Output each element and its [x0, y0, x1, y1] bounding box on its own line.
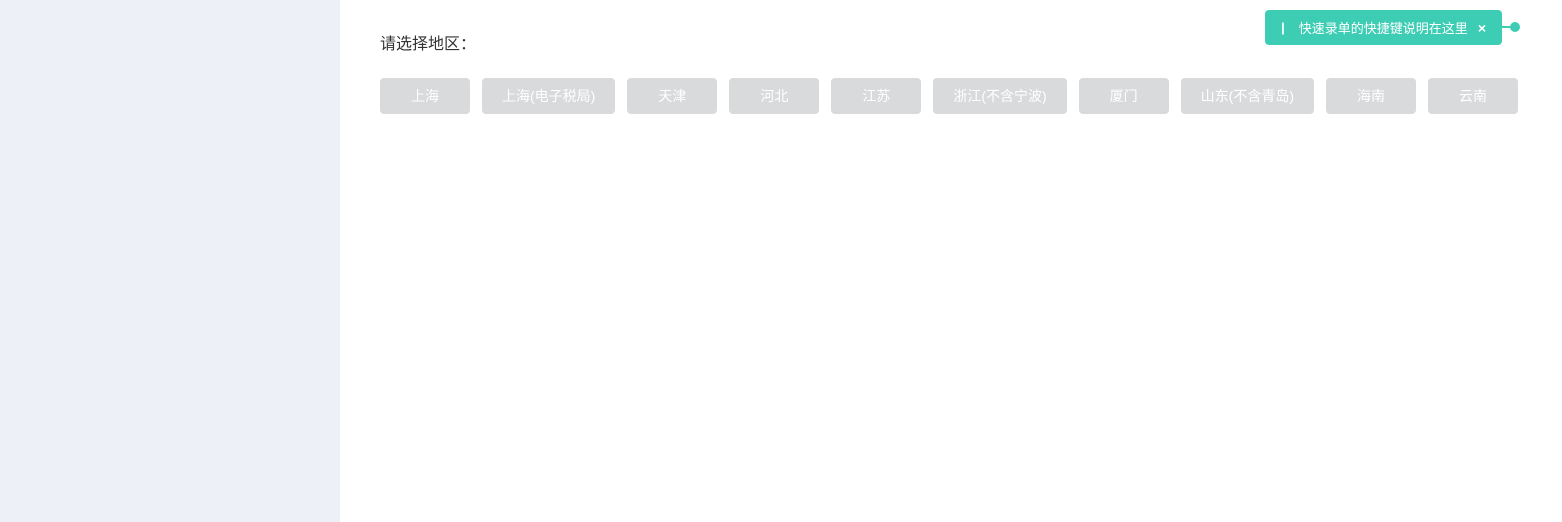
region-button-jiangsu[interactable]: 江苏	[831, 78, 921, 114]
region-button-xiamen[interactable]: 厦门	[1079, 78, 1169, 114]
region-button-yunnan[interactable]: 云南	[1428, 78, 1518, 114]
region-button-hebei[interactable]: 河北	[729, 78, 819, 114]
region-button-shanghai[interactable]: 上海	[380, 78, 470, 114]
tooltip-line	[1492, 26, 1510, 28]
tooltip-banner: 快速录单的快捷键说明在这里 ×	[1265, 10, 1502, 45]
region-button-hainan[interactable]: 海南	[1326, 78, 1416, 114]
tooltip-close-button[interactable]: ×	[1478, 20, 1486, 36]
region-buttons: 上海上海(电子税局) 天津河北江苏浙江(不含宁波) 厦门山东(不含青岛) 海南云南	[380, 78, 1522, 114]
tooltip-dot	[1510, 22, 1520, 32]
tooltip-text: 快速录单的快捷键说明在这里	[1299, 18, 1468, 37]
main-content: 请选择地区： 上海上海(电子税局)天津河北江苏浙江(不含宁波)厦门山东(不含青岛…	[340, 0, 1562, 522]
region-button-tianjin[interactable]: 天津	[627, 78, 717, 114]
region-button-shanghai-etax[interactable]: 上海(电子税局)	[482, 78, 615, 114]
region-button-shandong[interactable]: 山东(不含青岛)	[1181, 78, 1314, 114]
left-sidebar	[0, 0, 340, 522]
region-button-zhejiang[interactable]: 浙江(不含宁波)	[933, 78, 1066, 114]
